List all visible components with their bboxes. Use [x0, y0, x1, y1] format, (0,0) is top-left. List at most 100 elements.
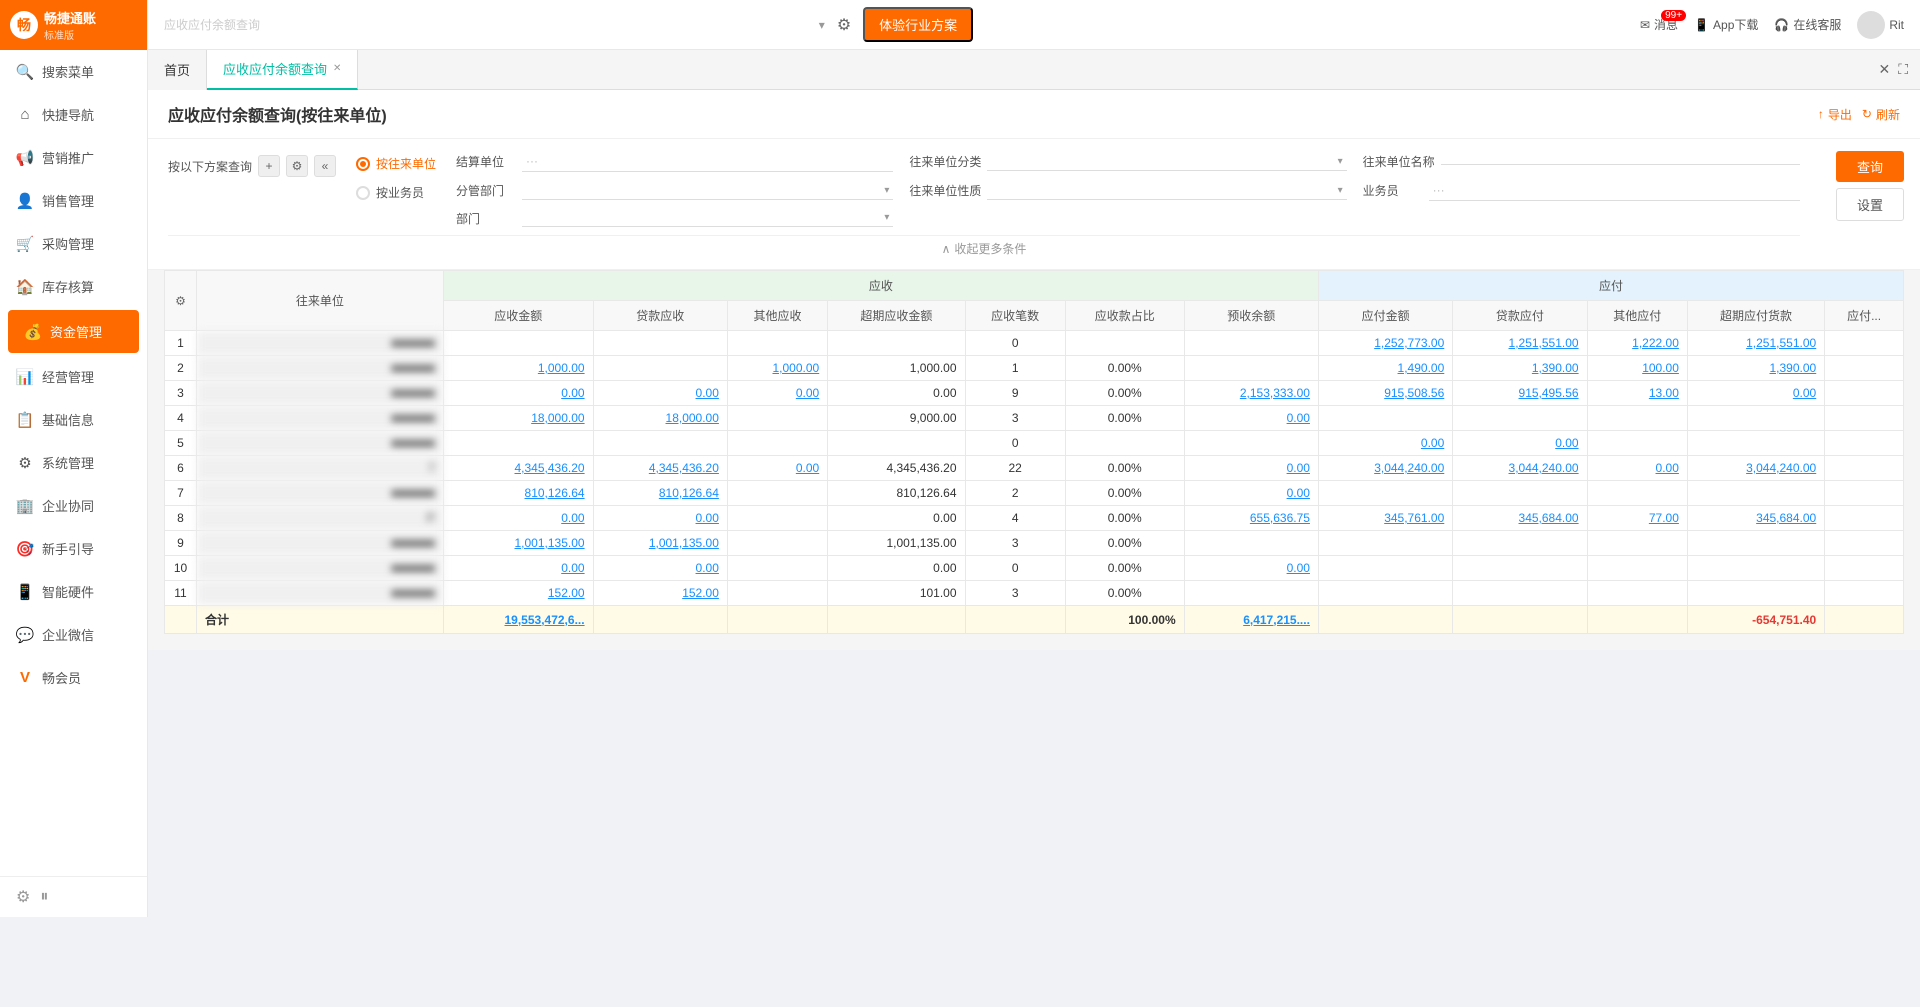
th-settings: ⚙ [165, 271, 197, 331]
th-recv-ratio: 应收款占比 [1065, 301, 1184, 331]
search-actions-area: 查询 设置 [1820, 139, 1920, 269]
page-title: 应收应付余额查询(按往来单位) [168, 102, 1818, 126]
table-row: 10■■■■■■0.000.000.0000.00%0.00 [165, 556, 1904, 581]
window-close-icon[interactable]: ✕ [1878, 61, 1890, 78]
export-button[interactable]: ↑ 导出 [1818, 106, 1852, 123]
promo-button[interactable]: 体验行业方案 [863, 7, 973, 42]
avatar [1857, 11, 1885, 39]
partner-category-field: 往来单位分类 ▾ [909, 151, 1346, 172]
th-pay-amt: 应付金额 [1318, 301, 1452, 331]
partner-cell: ■■■■■■ [197, 431, 444, 456]
settlement-unit-input[interactable]: ··· [522, 151, 893, 172]
table-row: 2■■■■■■1,000.001,000.001,000.0010.00%1,4… [165, 356, 1904, 381]
sidebar-item-marketing[interactable]: 📢 营销推广 [0, 136, 147, 179]
th-overdue-recv: 超期应收金额 [828, 301, 965, 331]
query-button[interactable]: 查询 [1836, 151, 1904, 182]
footer-recv-amt[interactable]: 19,553,472,6... [443, 606, 593, 634]
search-fields-area: 按以下方案查询 + ⚙ « 按往来单位 [148, 139, 1820, 269]
table-row: 3■■■■■■0.000.000.000.0090.00%2,153,333.0… [165, 381, 1904, 406]
corp-wx-icon: 💬 [16, 626, 34, 644]
scheme-collapse-button[interactable]: « [314, 155, 336, 177]
table-wrapper: ⚙ 往来单位 应收 应付 应收金额 贷款应收 其他应收 超期应收金额 应收笔数 [164, 270, 1904, 634]
sidebar-item-corp-collab[interactable]: 🏢 企业协同 [0, 484, 147, 527]
table-row: 7■■■■■■810,126.64810,126.64810,126.6420.… [165, 481, 1904, 506]
scheme-radio-unit [356, 157, 370, 171]
sidebar-item-member[interactable]: V 畅会员 [0, 656, 147, 699]
partner-cell: ■■■■■■ [197, 331, 444, 356]
customer-service-button[interactable]: 🎧 在线客服 [1774, 16, 1841, 33]
sidebar-item-sales[interactable]: 👤 销售管理 [0, 179, 147, 222]
sidebar-item-corp-wx[interactable]: 💬 企业微信 [0, 613, 147, 656]
topbar-gear-icon[interactable]: ⚙ [837, 15, 851, 35]
scheme-by-staff[interactable]: 按业务员 [348, 180, 444, 205]
collapse-more-button[interactable]: ∧ 收起更多条件 [942, 240, 1027, 257]
sidebar-item-quick-nav[interactable]: ⌂ 快捷导航 [0, 93, 147, 136]
scheme-settings-button[interactable]: ⚙ [286, 155, 308, 177]
salesperson-input[interactable]: ··· [1429, 180, 1800, 201]
partner-nature-input[interactable]: ▾ [987, 182, 1346, 200]
partner-name-input[interactable] [1441, 158, 1800, 165]
sales-icon: 👤 [16, 192, 34, 210]
footer-overdue-pay: -654,751.40 [1687, 606, 1824, 634]
logo-icon: 畅 [10, 11, 38, 39]
th-overdue-pay: 超期应付货款 [1687, 301, 1824, 331]
department-input[interactable]: ▾ [522, 209, 893, 227]
export-icon: ↑ [1818, 107, 1824, 121]
topbar: 应收应付余额查询 ▾ ⚙ 体验行业方案 ✉ 消息 99+ 📱 App下载 🎧 在… [148, 0, 1920, 50]
tab-home[interactable]: 首页 [148, 50, 207, 90]
data-table: ⚙ 往来单位 应收 应付 应收金额 贷款应收 其他应收 超期应收金额 应收笔数 [164, 270, 1904, 634]
th-prepaid: 预收余额 [1184, 301, 1318, 331]
sidebar-item-operations[interactable]: 📊 经营管理 [0, 355, 147, 398]
partner-nature-field: 往来单位性质 ▾ [909, 180, 1346, 201]
app-download-icon: 📱 [1694, 18, 1709, 32]
settings-bottom-icon[interactable]: ⚙ [16, 887, 30, 907]
setting-button[interactable]: 设置 [1836, 188, 1904, 221]
tab-close-icon[interactable]: ✕ [333, 63, 341, 74]
customer-service-icon: 🎧 [1774, 18, 1789, 32]
th-loan-pay: 贷款应付 [1453, 301, 1587, 331]
sidebar-item-inventory[interactable]: 🏠 库存核算 [0, 265, 147, 308]
quick-nav-icon: ⌂ [16, 106, 34, 124]
user-profile[interactable]: Rit [1857, 11, 1904, 39]
partner-cell: ■■■■■■ [197, 381, 444, 406]
collapse-sidebar-icon[interactable]: ⏸ [40, 888, 48, 906]
sidebar-item-smart-hw[interactable]: 📱 智能硬件 [0, 570, 147, 613]
tab-ar-ap[interactable]: 应收应付余额查询 ✕ [207, 50, 358, 90]
department-field: 部门 ▾ [456, 209, 893, 227]
partner-cell: 7 [197, 456, 444, 481]
breadcrumb-dropdown-icon[interactable]: ▾ [819, 18, 825, 32]
table-container: ⚙ 往来单位 应收 应付 应收金额 贷款应收 其他应收 超期应收金额 应收笔数 [148, 270, 1920, 650]
partner-cell: ■■■■■■ [197, 406, 444, 431]
sidebar-item-basic-info[interactable]: 📋 基础信息 [0, 398, 147, 441]
partner-cell: ■■■■■■ [197, 556, 444, 581]
dept-manager-input[interactable]: ▾ [522, 182, 893, 200]
table-row: 11■■■■■■152.00152.00101.0030.00% [165, 581, 1904, 606]
app-download-button[interactable]: 📱 App下载 [1694, 16, 1758, 33]
scheme-radio-staff [356, 186, 370, 200]
topbar-breadcrumb: 应收应付余额查询 [164, 16, 807, 33]
footer-prepaid[interactable]: 6,417,215.... [1184, 606, 1318, 634]
sidebar-item-system[interactable]: ⚙ 系统管理 [0, 441, 147, 484]
messages-button[interactable]: ✉ 消息 99+ [1640, 16, 1678, 33]
smart-hw-icon: 📱 [16, 583, 34, 601]
scheme-by-unit[interactable]: 按往来单位 [348, 151, 444, 176]
sidebar-item-search-menu[interactable]: 🔍 搜索菜单 [0, 50, 147, 93]
add-scheme-button[interactable]: + [258, 155, 280, 177]
th-recv-amt: 应收金额 [443, 301, 593, 331]
sidebar-item-finance[interactable]: 💰 资金管理 [8, 310, 139, 353]
logo-text: 畅捷通账 标准版 [44, 8, 96, 42]
partner-cell: ■■■■■■ [197, 481, 444, 506]
sidebar-item-purchase[interactable]: 🛒 采购管理 [0, 222, 147, 265]
th-pay-more: 应付... [1825, 301, 1904, 331]
message-icon: ✉ [1640, 18, 1650, 32]
sidebar-item-guide[interactable]: 🎯 新手引导 [0, 527, 147, 570]
window-expand-icon[interactable]: ⛶ [1898, 61, 1908, 78]
marketing-icon: 📢 [16, 149, 34, 167]
basic-info-icon: 📋 [16, 411, 34, 429]
table-settings-icon[interactable]: ⚙ [175, 294, 186, 308]
page-actions: ↑ 导出 ↻ 刷新 [1818, 106, 1900, 123]
partner-category-input[interactable]: ▾ [987, 153, 1346, 171]
refresh-button[interactable]: ↻ 刷新 [1862, 106, 1900, 123]
system-icon: ⚙ [16, 454, 34, 472]
th-loan-recv: 贷款应收 [593, 301, 727, 331]
